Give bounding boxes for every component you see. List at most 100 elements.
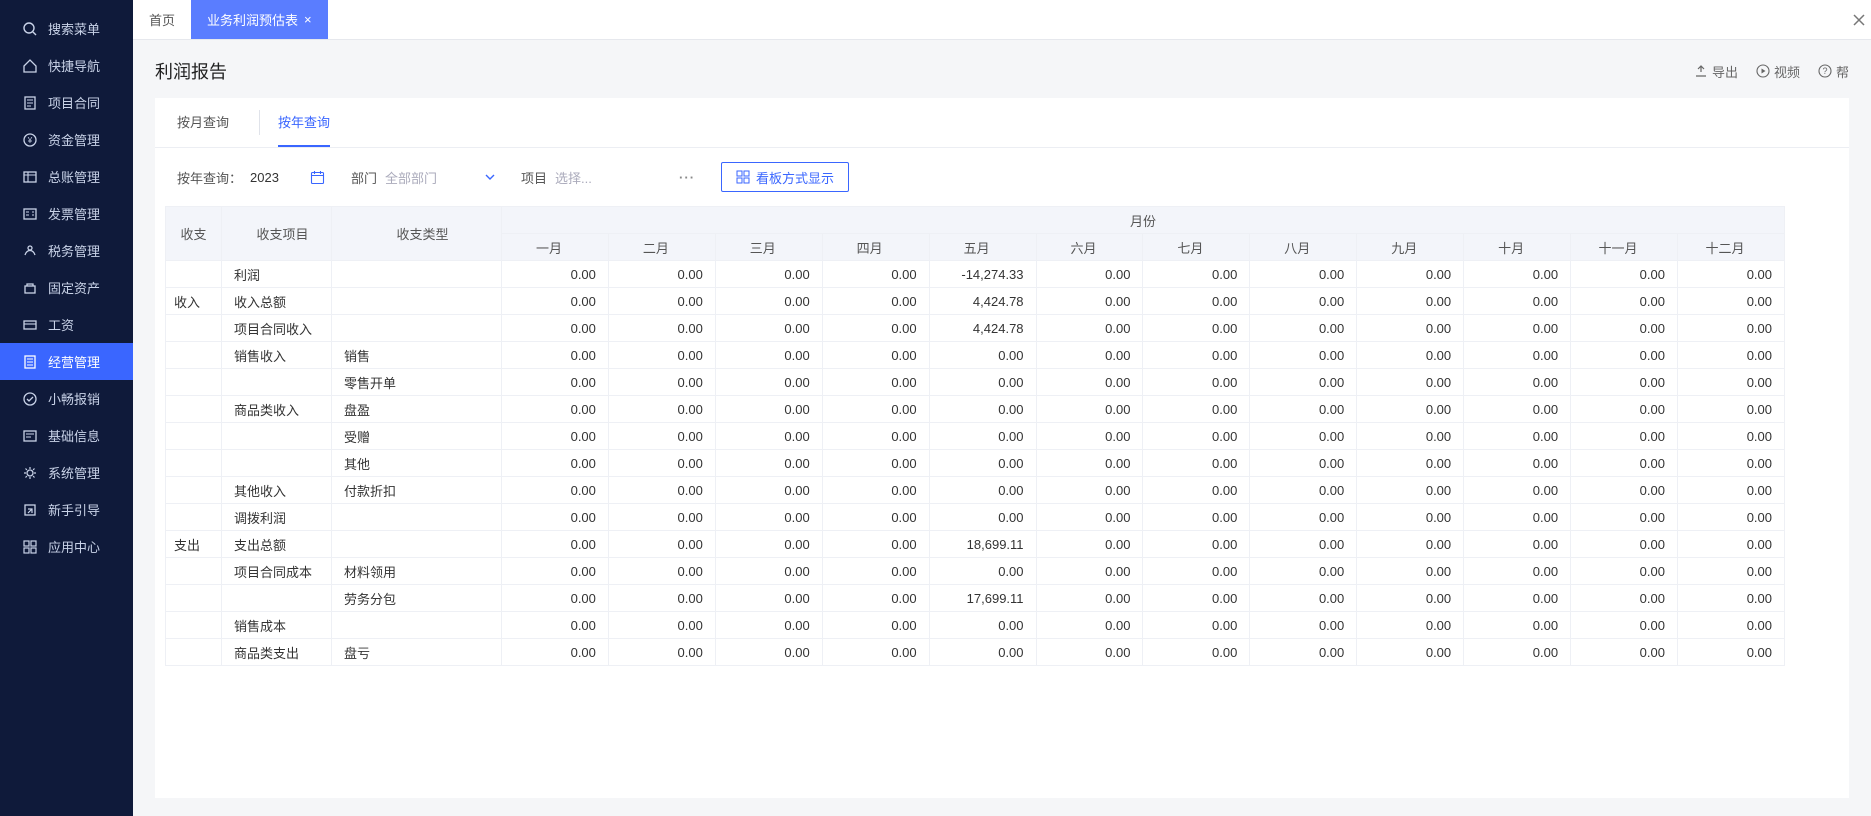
close-icon[interactable]: [1847, 0, 1871, 40]
cell-value: 0.00: [1464, 342, 1571, 369]
cell-type: 材料领用: [332, 558, 502, 585]
cell-type: 其他: [332, 450, 502, 477]
cell-value: 0.00: [608, 423, 715, 450]
cell-value: 0.00: [1357, 558, 1464, 585]
year-label: 按年查询：: [177, 168, 242, 187]
table-row: 其他0.000.000.000.000.000.000.000.000.000.…: [166, 450, 1785, 477]
biz-icon: [22, 354, 38, 370]
th-type: 收支类型: [332, 207, 502, 261]
cell-value: 0.00: [1143, 423, 1250, 450]
cell-value: 0.00: [822, 612, 929, 639]
sidebar-item-home[interactable]: 快捷导航: [0, 47, 133, 84]
cell-sz: 支出: [166, 531, 222, 558]
dept-select[interactable]: 全部部门: [385, 168, 495, 187]
cell-value: 0.00: [1677, 477, 1784, 504]
sidebar-item-label: 发票管理: [48, 204, 100, 223]
tab-monthly[interactable]: 按月查询: [177, 98, 229, 147]
help-button[interactable]: ? 帮: [1818, 62, 1849, 81]
cell-item: [222, 585, 332, 612]
sidebar-item-tax[interactable]: 税务管理: [0, 232, 133, 269]
project-select[interactable]: 选择... ···: [555, 168, 695, 187]
sidebar-item-gear[interactable]: 系统管理: [0, 454, 133, 491]
export-button[interactable]: 导出: [1694, 62, 1738, 81]
cell-value: 0.00: [715, 585, 822, 612]
sidebar-item-salary[interactable]: 工资: [0, 306, 133, 343]
cell-item: 调拨利润: [222, 504, 332, 531]
cell-value: 0.00: [1250, 261, 1357, 288]
sidebar-item-search[interactable]: 搜索菜单: [0, 10, 133, 47]
table-row: 商品类收入盘盈0.000.000.000.000.000.000.000.000…: [166, 396, 1785, 423]
cell-item: [222, 450, 332, 477]
cell-value: 0.00: [1250, 396, 1357, 423]
cell-value: 0.00: [715, 315, 822, 342]
cell-sz: [166, 504, 222, 531]
sidebar-item-info[interactable]: 基础信息: [0, 417, 133, 454]
table-head: 收支 收支项目 收支类型 月份 一月二月三月四月五月六月七月八月九月十月十一月十…: [166, 207, 1785, 261]
sidebar-item-label: 固定资产: [48, 278, 100, 297]
sidebar-item-guide[interactable]: 新手引导: [0, 491, 133, 528]
kanban-view-button[interactable]: 看板方式显示: [721, 162, 849, 192]
cell-value: 0.00: [1677, 450, 1784, 477]
cell-value: 0.00: [1464, 450, 1571, 477]
home-icon: [22, 58, 38, 74]
sidebar-item-ledger[interactable]: 总账管理: [0, 158, 133, 195]
cell-value: 0.00: [1036, 450, 1143, 477]
cell-value: 0.00: [715, 558, 822, 585]
cell-value: 0.00: [1036, 504, 1143, 531]
cell-value: 0.00: [1036, 639, 1143, 666]
more-icon[interactable]: ···: [679, 170, 695, 185]
sidebar-item-coin[interactable]: ¥资金管理: [0, 121, 133, 158]
cell-sz: [166, 450, 222, 477]
table-row: 劳务分包0.000.000.000.0017,699.110.000.000.0…: [166, 585, 1785, 612]
gear-icon: [22, 465, 38, 481]
sidebar-item-expense[interactable]: 小畅报销: [0, 380, 133, 417]
cell-value: 0.00: [502, 288, 609, 315]
dept-filter: 部门 全部部门: [351, 168, 495, 187]
sidebar-item-biz[interactable]: 经营管理: [0, 343, 133, 380]
sidebar-item-asset[interactable]: 固定资产: [0, 269, 133, 306]
sidebar-item-invoice[interactable]: 发票管理: [0, 195, 133, 232]
sidebar-item-doc[interactable]: 项目合同: [0, 84, 133, 121]
coin-icon: ¥: [22, 132, 38, 148]
sidebar-item-app[interactable]: 应用中心: [0, 528, 133, 565]
play-icon: [1756, 64, 1770, 78]
calendar-icon[interactable]: [310, 170, 325, 185]
cell-value: 0.00: [1036, 585, 1143, 612]
year-input[interactable]: [250, 170, 300, 185]
cell-value: 0.00: [1571, 369, 1678, 396]
cell-type: 零售开单: [332, 369, 502, 396]
cell-value: 0.00: [1143, 558, 1250, 585]
cell-value: 18,699.11: [929, 531, 1036, 558]
cell-type: 付款折扣: [332, 477, 502, 504]
kanban-label: 看板方式显示: [756, 168, 834, 187]
sidebar-item-label: 基础信息: [48, 426, 100, 445]
cell-value: 0.00: [1464, 288, 1571, 315]
cell-value: 0.00: [1677, 639, 1784, 666]
cell-value: 0.00: [822, 261, 929, 288]
cell-value: 0.00: [1571, 612, 1678, 639]
cell-value: 0.00: [1143, 477, 1250, 504]
tab-yearly[interactable]: 按年查询: [278, 98, 330, 147]
tab-label: 业务利润预估表: [207, 10, 298, 29]
cell-type: [332, 531, 502, 558]
main-area: 首页 业务利润预估表 × 利润报告 导出: [133, 0, 1871, 816]
cell-value: 0.00: [608, 612, 715, 639]
th-month: 十月: [1464, 234, 1571, 261]
table-scroll-area[interactable]: 收支 收支项目 收支类型 月份 一月二月三月四月五月六月七月八月九月十月十一月十…: [165, 206, 1839, 798]
tab-home[interactable]: 首页: [133, 0, 191, 39]
cell-value: 0.00: [1036, 531, 1143, 558]
cell-value: 0.00: [1357, 504, 1464, 531]
close-icon[interactable]: ×: [304, 12, 312, 27]
video-button[interactable]: 视频: [1756, 62, 1800, 81]
project-label: 项目: [521, 168, 547, 187]
cell-value: 0.00: [1036, 261, 1143, 288]
cell-item: 项目合同成本: [222, 558, 332, 585]
tab-profit-estimate[interactable]: 业务利润预估表 ×: [191, 0, 328, 39]
th-month: 八月: [1250, 234, 1357, 261]
cell-value: 0.00: [822, 288, 929, 315]
sidebar-item-label: 总账管理: [48, 167, 100, 186]
cell-value: 0.00: [1677, 342, 1784, 369]
cell-type: 劳务分包: [332, 585, 502, 612]
cell-value: 0.00: [822, 342, 929, 369]
expense-icon: [22, 391, 38, 407]
